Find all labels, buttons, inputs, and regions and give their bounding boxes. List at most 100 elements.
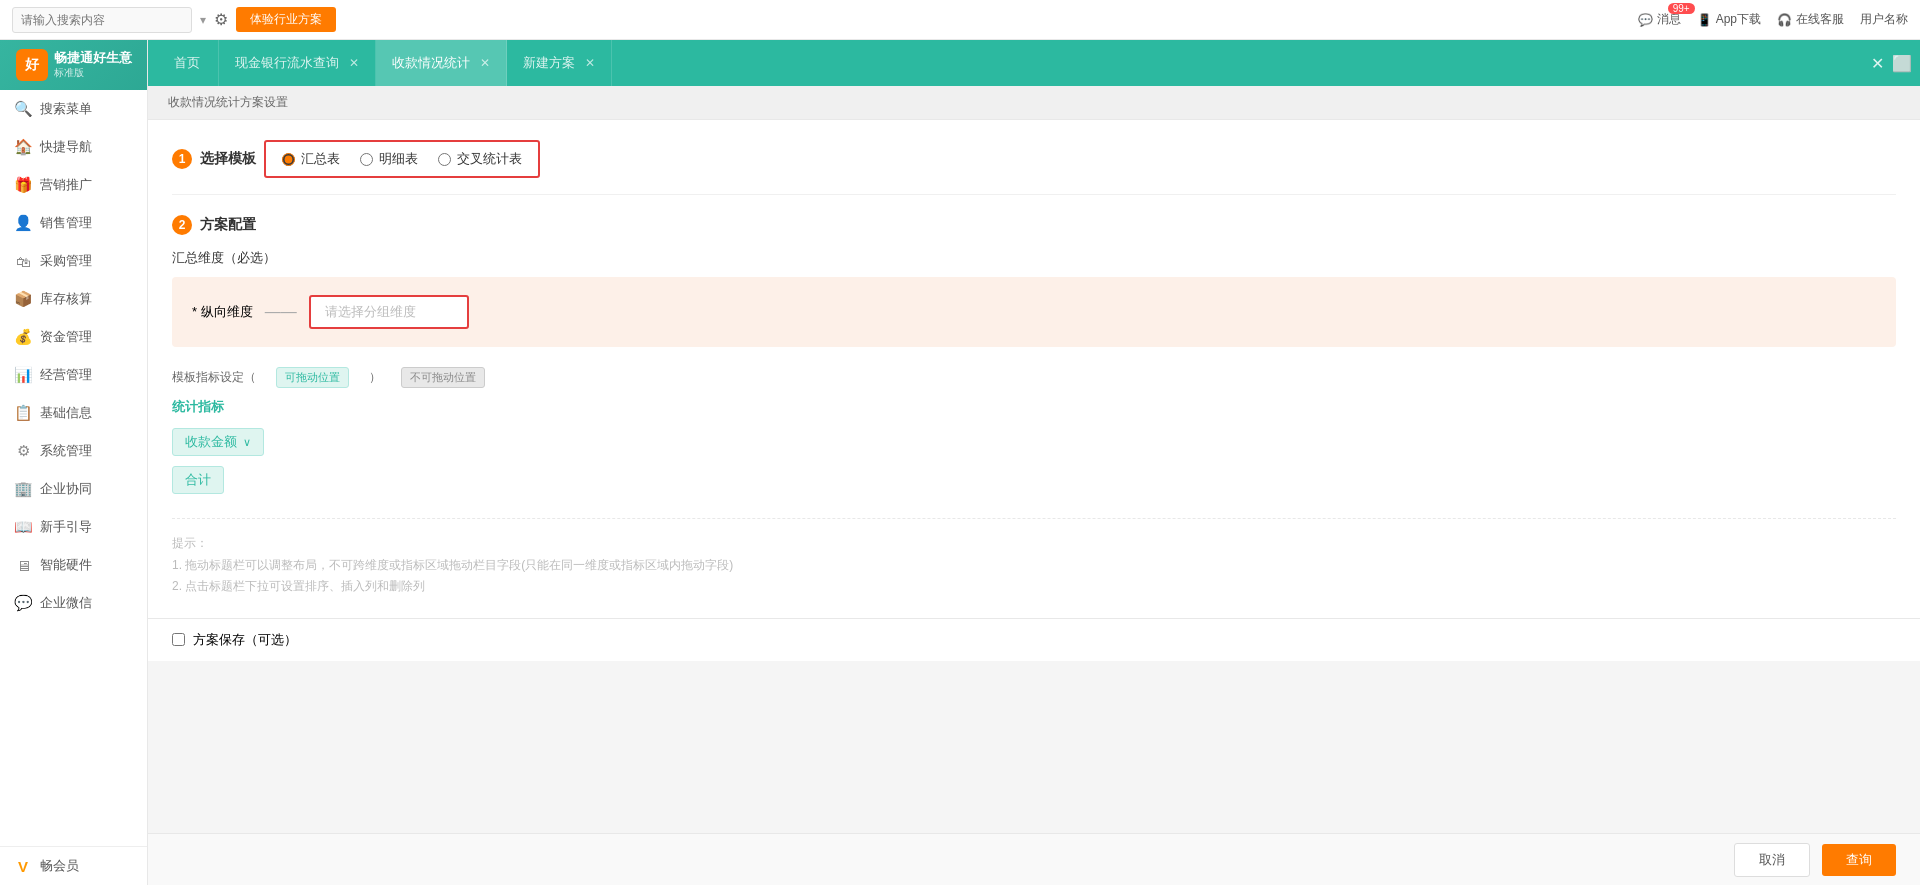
monitor-icon: 🖥 <box>14 556 32 574</box>
sidebar: 好 畅捷通好生意 标准版 🔍 搜索菜单 🏠 快捷导航 🎁 营销推广 👤 销售管理… <box>0 40 148 885</box>
sidebar-item-guide[interactable]: 📖 新手引导 <box>0 508 147 546</box>
logo-title: 畅捷通好生意 <box>54 50 132 66</box>
tab-collection-stats[interactable]: 收款情况统计 ✕ <box>376 40 507 86</box>
radio-detail-input[interactable] <box>360 153 373 166</box>
user-name[interactable]: 用户名称 <box>1860 11 1908 28</box>
sidebar-item-basic-info[interactable]: 📋 基础信息 <box>0 394 147 432</box>
sidebar-label-business: 经营管理 <box>40 366 92 384</box>
tab-bank-flow[interactable]: 现金银行流水查询 ✕ <box>219 40 376 86</box>
book-icon: 📖 <box>14 518 32 536</box>
logo-area: 好 畅捷通好生意 标准版 <box>0 40 147 90</box>
cancel-button[interactable]: 取消 <box>1734 843 1810 877</box>
dimension-label: 汇总维度（必选） <box>172 249 1896 267</box>
save-plan-checkbox[interactable] <box>172 633 185 646</box>
dimension-selector[interactable]: 请选择分组维度 <box>309 295 469 329</box>
radio-detail-label: 明细表 <box>379 150 418 168</box>
tab-controls: ✕ ⬜ <box>1871 54 1912 73</box>
sidebar-label-sales: 销售管理 <box>40 214 92 232</box>
section2-num: 2 <box>172 215 192 235</box>
breadcrumb: 收款情况统计方案设置 <box>148 86 1920 120</box>
radio-detail[interactable]: 明细表 <box>360 150 418 168</box>
app-download-button[interactable]: 📱 App下载 <box>1697 11 1761 28</box>
divider1 <box>172 194 1896 195</box>
box-icon: 📦 <box>14 290 32 308</box>
search-menu-icon: 🔍 <box>14 100 32 118</box>
sidebar-item-purchase[interactable]: 🛍 采购管理 <box>0 242 147 280</box>
radio-summary[interactable]: 汇总表 <box>282 150 340 168</box>
radio-cross-label: 交叉统计表 <box>457 150 522 168</box>
sidebar-label-guide: 新手引导 <box>40 518 92 536</box>
tab-bank-flow-label: 现金银行流水查询 <box>235 54 339 72</box>
chat-weixin-icon: 💬 <box>14 594 32 612</box>
dropdown-arrow-icon[interactable]: ▾ <box>200 13 206 27</box>
settings-icon[interactable]: ⚙ <box>214 10 228 29</box>
metrics-header: 模板指标设定（ 可拖动位置 ） 不可拖动位置 <box>172 367 1896 388</box>
metric-tag-label: 收款金额 <box>185 433 237 451</box>
trial-button[interactable]: 体验行业方案 <box>236 7 336 32</box>
top-bar-left: ▾ ⚙ 体验行业方案 <box>12 7 336 33</box>
tips-area: 提示： 1. 拖动标题栏可以调整布局，不可跨维度或指标区域拖动栏目字段(只能在同… <box>172 518 1896 598</box>
sidebar-label-inventory: 库存核算 <box>40 290 92 308</box>
sidebar-item-member[interactable]: V 畅会员 <box>0 846 147 885</box>
metric-tag-revenue[interactable]: 收款金额 ∨ <box>172 428 264 456</box>
metric-dropdown-icon[interactable]: ∨ <box>243 436 251 449</box>
radio-summary-input[interactable] <box>282 153 295 166</box>
logo-version: 标准版 <box>54 66 132 80</box>
logo-icon: 好 <box>16 49 48 81</box>
online-service-button[interactable]: 🎧 在线客服 <box>1777 11 1844 28</box>
dimension-row: * 纵向维度 —— 请选择分组维度 <box>192 295 1876 329</box>
sidebar-item-finance[interactable]: 💰 资金管理 <box>0 318 147 356</box>
bag-icon: 🛍 <box>14 252 32 270</box>
close-tab-button[interactable]: ✕ <box>1871 54 1884 73</box>
search-input[interactable] <box>12 7 192 33</box>
sidebar-label-basic-info: 基础信息 <box>40 404 92 422</box>
sidebar-item-business[interactable]: 📊 经营管理 <box>0 356 147 394</box>
tip-title: 提示： <box>172 533 1896 555</box>
tab-new-plan[interactable]: 新建方案 ✕ <box>507 40 612 86</box>
radio-cross-input[interactable] <box>438 153 451 166</box>
sidebar-item-system[interactable]: ⚙ 系统管理 <box>0 432 147 470</box>
sidebar-item-hardware[interactable]: 🖥 智能硬件 <box>0 546 147 584</box>
radio-cross[interactable]: 交叉统计表 <box>438 150 522 168</box>
movable-badge: 可拖动位置 <box>276 367 349 388</box>
metric-subtag-total: 合计 <box>172 466 224 494</box>
tab-home[interactable]: 首页 <box>156 40 219 86</box>
sidebar-label-marketing: 营销推广 <box>40 176 92 194</box>
sidebar-item-inventory[interactable]: 📦 库存核算 <box>0 280 147 318</box>
sidebar-label-enterprise: 企业协同 <box>40 480 92 498</box>
sidebar-item-quick-nav[interactable]: 🏠 快捷导航 <box>0 128 147 166</box>
maximize-tab-button[interactable]: ⬜ <box>1892 54 1912 73</box>
sidebar-item-search-menu[interactable]: 🔍 搜索菜单 <box>0 90 147 128</box>
sidebar-label-purchase: 采购管理 <box>40 252 92 270</box>
messages-button[interactable]: 💬 消息 99+ <box>1638 11 1681 28</box>
sidebar-item-weixin[interactable]: 💬 企业微信 <box>0 584 147 622</box>
sidebar-item-marketing[interactable]: 🎁 营销推广 <box>0 166 147 204</box>
sidebar-label-weixin: 企业微信 <box>40 594 92 612</box>
gear-icon: ⚙ <box>14 442 32 460</box>
sidebar-label-quick-nav: 快捷导航 <box>40 138 92 156</box>
sidebar-label-search-menu: 搜索菜单 <box>40 100 92 118</box>
person-icon: 👤 <box>14 214 32 232</box>
query-button[interactable]: 查询 <box>1822 844 1896 876</box>
metrics-container: 统计指标 收款金额 ∨ 合计 <box>172 398 1896 494</box>
section1-title: 选择模板 <box>200 150 256 168</box>
tip2: 2. 点击标题栏下拉可设置排序、插入列和删除列 <box>172 576 1896 598</box>
top-bar: ▾ ⚙ 体验行业方案 💬 消息 99+ 📱 App下载 🎧 在线客服 用户名称 <box>0 0 1920 40</box>
building-icon: 🏢 <box>14 480 32 498</box>
sidebar-item-sales[interactable]: 👤 销售管理 <box>0 204 147 242</box>
sidebar-item-enterprise[interactable]: 🏢 企业协同 <box>0 470 147 508</box>
service-icon: 🎧 <box>1777 13 1792 27</box>
tab-bar: 首页 现金银行流水查询 ✕ 收款情况统计 ✕ 新建方案 ✕ ✕ ⬜ <box>148 40 1920 86</box>
messages-badge: 99+ <box>1668 3 1695 14</box>
section2: 2 方案配置 汇总维度（必选） * 纵向维度 —— 请选择分组维度 <box>172 215 1896 598</box>
sidebar-label-finance: 资金管理 <box>40 328 92 346</box>
money-icon: 💰 <box>14 328 32 346</box>
tab-bank-flow-close-icon[interactable]: ✕ <box>349 56 359 70</box>
section1-header: 1 选择模板 汇总表 明细表 交叉统计表 <box>172 140 1896 178</box>
gift-icon: 🎁 <box>14 176 32 194</box>
metrics-section-label2: ） <box>369 369 381 386</box>
section2-header: 2 方案配置 <box>172 215 1896 235</box>
tab-new-plan-close-icon[interactable]: ✕ <box>585 56 595 70</box>
tab-collection-stats-close-icon[interactable]: ✕ <box>480 56 490 70</box>
fixed-badge: 不可拖动位置 <box>401 367 485 388</box>
